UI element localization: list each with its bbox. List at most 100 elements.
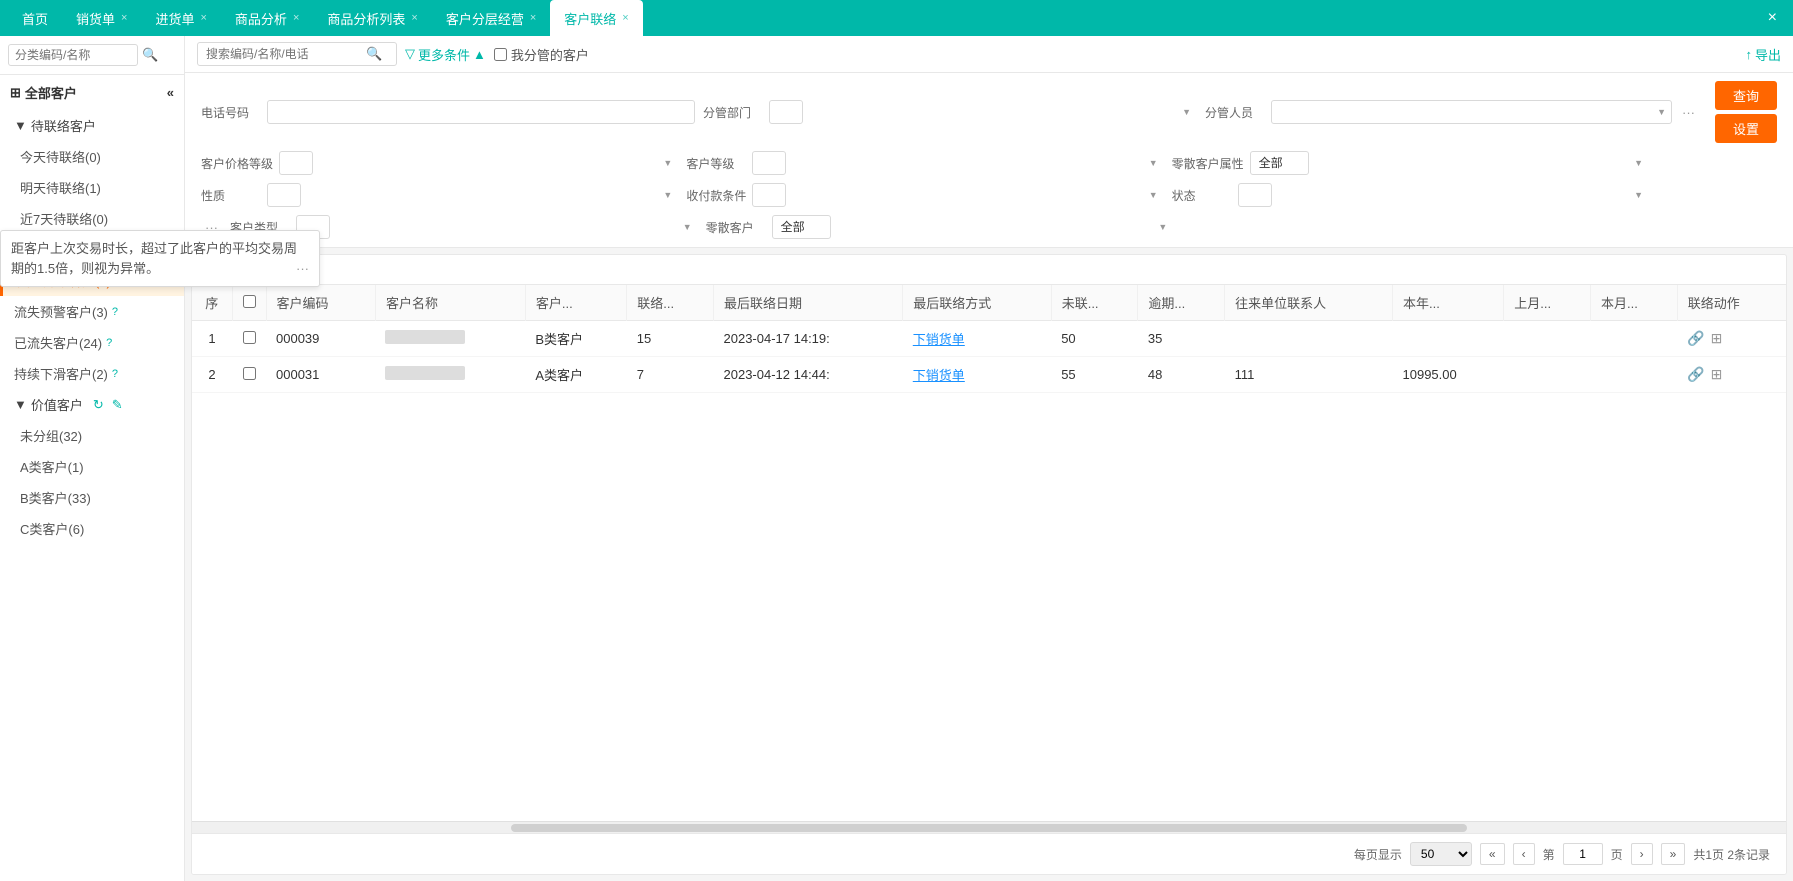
- nav-purchase-order[interactable]: 进货单 ×: [141, 0, 220, 36]
- edit-icon[interactable]: ✎: [112, 397, 123, 413]
- sidebar-item-a-class[interactable]: A类客户(1): [0, 451, 184, 482]
- prev-page-button[interactable]: ‹: [1513, 843, 1535, 865]
- phone-input[interactable]: [267, 100, 695, 124]
- nav-product-analysis-list[interactable]: 商品分析列表 ×: [313, 0, 431, 36]
- sidebar-item-lost-predicted[interactable]: 流失预警客户(3) ?: [0, 296, 184, 327]
- nav-product-analysis-list-close[interactable]: ×: [411, 12, 417, 24]
- sidebar-search-icon[interactable]: 🔍: [142, 47, 158, 63]
- nav-product-analysis-close[interactable]: ×: [293, 12, 299, 24]
- continuous-down-info-icon[interactable]: ?: [112, 368, 118, 380]
- window-close-button[interactable]: ×: [1760, 9, 1785, 27]
- first-page-button[interactable]: «: [1480, 843, 1505, 865]
- table-wrap[interactable]: 序 客户编码 客户名称 客户... 联络... 最后联络日期 最后联络方式 未联…: [192, 285, 1786, 821]
- already-lost-info-icon[interactable]: ?: [106, 337, 112, 349]
- filter-row-1: 电话号码 分管部门 分管人员 ···: [201, 81, 1777, 143]
- repurchase-tooltip: 距客户上次交易时长，超过了此客户的平均交易周期的1.5倍，则视为异常。 ···: [0, 230, 185, 287]
- retail-attr-select[interactable]: 全部: [1250, 151, 1309, 175]
- cell-overdue: 48: [1138, 357, 1225, 393]
- refresh-icon[interactable]: ↻: [93, 397, 104, 413]
- cell-this-month: [1591, 357, 1678, 393]
- branch-person-input[interactable]: [1271, 100, 1672, 124]
- branch-person-more-button[interactable]: ···: [1678, 105, 1699, 120]
- customer-level-select[interactable]: [752, 151, 786, 175]
- cell-type: A类客户: [525, 357, 626, 393]
- last-page-button[interactable]: »: [1661, 843, 1686, 865]
- action-grid-icon[interactable]: ⊞: [1711, 330, 1723, 347]
- last-contact-method-link[interactable]: 下销货单: [913, 368, 965, 383]
- cell-last-contact-date: 2023-04-17 14:19:: [714, 321, 903, 357]
- sidebar-search-area: 🔍: [0, 36, 184, 75]
- value-customer-group[interactable]: ▼ 价值客户 ↻ ✎: [0, 389, 184, 420]
- cell-un-contact: 50: [1051, 321, 1138, 357]
- filter-item-phone: 电话号码: [201, 100, 695, 124]
- payment-select[interactable]: [752, 183, 786, 207]
- all-customers-header[interactable]: ⊞ 全部客户 «: [0, 75, 184, 110]
- status-select[interactable]: [1238, 183, 1272, 207]
- nav-sales-order-close[interactable]: ×: [121, 12, 127, 24]
- row-checkbox[interactable]: [243, 331, 256, 344]
- search-icon[interactable]: 🔍: [366, 46, 382, 62]
- col-header-contact-count: 联络...: [627, 285, 714, 321]
- nav-customer-contact-close[interactable]: ×: [622, 12, 628, 24]
- top-nav: 首页 销货单 × 进货单 × 商品分析 × 商品分析列表 × 客户分层经营 × …: [0, 0, 1793, 36]
- cell-contact-person: [1225, 321, 1393, 357]
- cell-un-contact: 55: [1051, 357, 1138, 393]
- price-level-select[interactable]: [279, 151, 313, 175]
- query-button[interactable]: 查询: [1715, 81, 1777, 110]
- cell-last-contact-method[interactable]: 下销货单: [903, 321, 1051, 357]
- lost-predicted-info-icon[interactable]: ?: [112, 306, 118, 318]
- triangle-icon: ▼: [14, 118, 27, 133]
- nav-product-analysis[interactable]: 商品分析 ×: [221, 0, 313, 36]
- cell-num: 1: [192, 321, 232, 357]
- cell-last-month: [1504, 321, 1591, 357]
- sidebar-item-b-class[interactable]: B类客户(33): [0, 482, 184, 513]
- sidebar-item-c-class[interactable]: C类客户(6): [0, 513, 184, 544]
- table-header-row: 序 客户编码 客户名称 客户... 联络... 最后联络日期 最后联络方式 未联…: [192, 285, 1786, 321]
- scrollbar-track[interactable]: [511, 824, 1467, 832]
- sidebar-item-ungroup[interactable]: 未分组(32): [0, 420, 184, 451]
- more-conditions-button[interactable]: ▽ 更多条件 ▲: [405, 45, 486, 64]
- col-header-num: 序: [192, 285, 232, 321]
- page-input[interactable]: [1563, 843, 1603, 865]
- settings-button[interactable]: 设置: [1715, 114, 1777, 143]
- nav-customer-tier-close[interactable]: ×: [530, 12, 536, 24]
- table-area: ⚙ 序 客户编码 客户名称 客户... 联络...: [191, 254, 1787, 875]
- sidebar-item-already-lost[interactable]: 已流失客户(24) ?: [0, 327, 184, 358]
- branch-dept-select[interactable]: [769, 100, 803, 124]
- cell-action: 🔗 ⊞: [1677, 357, 1786, 393]
- cell-this-year: 10995.00: [1393, 357, 1504, 393]
- select-all-checkbox[interactable]: [243, 295, 256, 308]
- filter-row-4: ··· 客户类型 零散客户 全部: [201, 215, 1777, 239]
- action-link-icon[interactable]: 🔗: [1687, 366, 1704, 383]
- action-grid-icon[interactable]: ⊞: [1711, 366, 1723, 383]
- nav-customer-contact[interactable]: 客户联络 ×: [550, 0, 642, 36]
- per-page-select[interactable]: 50: [1410, 842, 1472, 866]
- cell-num: 2: [192, 357, 232, 393]
- nav-purchase-order-close[interactable]: ×: [200, 12, 206, 24]
- retail-customer-select[interactable]: 全部: [772, 215, 831, 239]
- filter-item-retail-customer: 零散客户 全部: [706, 215, 1174, 239]
- nav-customer-tier[interactable]: 客户分层经营 ×: [432, 0, 550, 36]
- row-checkbox[interactable]: [243, 367, 256, 380]
- cell-contact-count: 15: [627, 321, 714, 357]
- last-contact-method-link[interactable]: 下销货单: [913, 332, 965, 347]
- nav-home[interactable]: 首页: [8, 0, 62, 36]
- filter-item-customer-level: 客户等级: [686, 151, 1163, 175]
- nav-sales-order[interactable]: 销货单 ×: [62, 0, 141, 36]
- sidebar-item-today[interactable]: 今天待联络(0): [0, 141, 184, 172]
- next-page-button[interactable]: ›: [1631, 843, 1653, 865]
- sidebar-search-input[interactable]: [8, 44, 138, 66]
- export-button[interactable]: ↑ 导出: [1745, 45, 1781, 64]
- gender-select[interactable]: [267, 183, 301, 207]
- pending-contact-group[interactable]: ▼ 待联络客户: [0, 110, 184, 141]
- sidebar-item-continuous-down[interactable]: 持续下滑客户(2) ?: [0, 358, 184, 389]
- cell-last-contact-method[interactable]: 下销货单: [903, 357, 1051, 393]
- pagination: 每页显示 50 « ‹ 第 页 › » 共1页 2条记录: [192, 833, 1786, 874]
- col-header-this-year: 本年...: [1393, 285, 1504, 321]
- my-customer-checkbox[interactable]: [494, 48, 507, 61]
- sidebar-item-tomorrow[interactable]: 明天待联络(1): [0, 172, 184, 203]
- sidebar-collapse-icon[interactable]: «: [167, 85, 174, 100]
- search-input[interactable]: [206, 47, 366, 61]
- horizontal-scrollbar[interactable]: [192, 821, 1786, 833]
- action-link-icon[interactable]: 🔗: [1687, 330, 1704, 347]
